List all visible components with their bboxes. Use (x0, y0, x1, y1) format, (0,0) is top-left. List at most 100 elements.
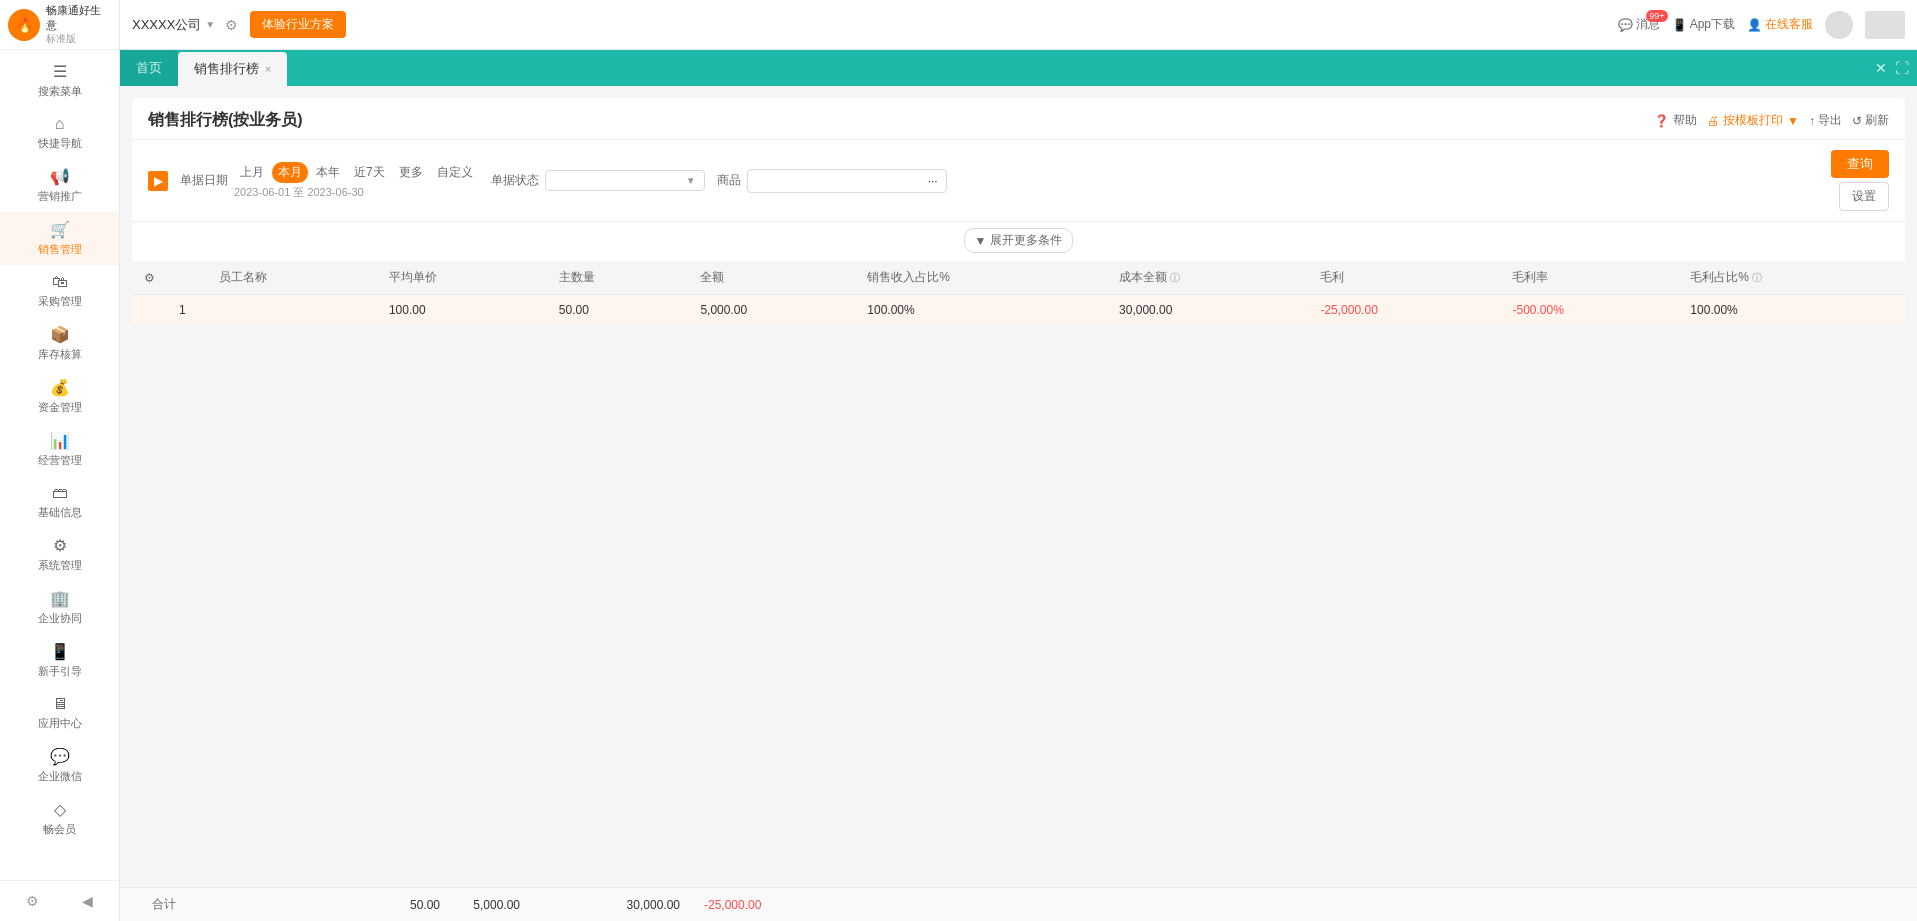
sidebar-item-label: 库存核算 (38, 347, 82, 362)
th-rank (167, 261, 207, 295)
sidebar-item-label: 企业协同 (38, 611, 82, 626)
sidebar-item-inventory[interactable]: 📦 库存核算 (0, 317, 119, 370)
date-tab-prev-month[interactable]: 上月 (234, 162, 270, 183)
app-icon: 📱 (1672, 18, 1687, 32)
date-tab-7days[interactable]: 近7天 (348, 162, 391, 183)
topbar: XXXXX公司 ▼ ⚙ 体验行业方案 💬 消息 99+ 📱 App下载 👤 在线… (120, 0, 1917, 50)
sidebar-item-system[interactable]: ⚙ 系统管理 (0, 528, 119, 581)
goods-filter-group: 商品 ··· (717, 169, 947, 193)
goods-select[interactable]: ··· (747, 169, 947, 193)
sidebar-item-marketing[interactable]: 📢 营销推广 (0, 159, 119, 212)
purchase-icon: 🛍 (52, 273, 68, 291)
sidebar-item-enterprise[interactable]: 🏢 企业协同 (0, 581, 119, 634)
tabbar-right: ✕ ⛶ (1875, 60, 1917, 76)
sidebar: 🔥 畅康通好生意 标准版 ☰ 搜索菜单 ⌂ 快捷导航 📢 营销推广 🛒 销售管理 (0, 0, 120, 921)
sidebar-item-label: 营销推广 (38, 189, 82, 204)
query-button[interactable]: 查询 (1831, 150, 1889, 178)
sidebar-item-sales[interactable]: 🛒 销售管理 (0, 212, 119, 265)
service-label: 在线客服 (1765, 16, 1813, 33)
footer-total: 5,000.00 (452, 898, 532, 912)
tab-sales-ranking[interactable]: 销售排行榜 × (178, 52, 287, 86)
sidebar-item-search[interactable]: ☰ 搜索菜单 (0, 54, 119, 107)
app-download-button[interactable]: 📱 App下载 (1672, 16, 1735, 33)
sidebar-item-label: 基础信息 (38, 505, 82, 520)
template-print-button[interactable]: 🖨 按模板打印 ▼ (1707, 112, 1799, 129)
sidebar-item-label: 资金管理 (38, 400, 82, 415)
table-header-row: ⚙ 员工名称 平均单价 主数量 全额 销售收入占比% 成本全额 ⓘ 毛利 毛利率 (132, 261, 1905, 295)
table-body: 1 100.00 50.00 5,000.00 100.00% 30,000.0… (132, 295, 1905, 326)
template-print-label: 按模板打印 (1723, 112, 1783, 129)
tab-close-icon[interactable]: × (265, 63, 271, 75)
table-footer: 合计 50.00 5,000.00 30,000.00 -25,000.00 (120, 887, 1917, 921)
date-tab-current-month[interactable]: 本月 (272, 162, 308, 183)
sidebar-item-base-info[interactable]: 🗃 基础信息 (0, 476, 119, 528)
th-gross: 毛利 (1308, 261, 1500, 295)
row-main-qty: 50.00 (547, 295, 689, 326)
row-gross: -25,000.00 (1308, 295, 1500, 326)
help-icon: ❓ (1654, 114, 1669, 128)
sidebar-item-member[interactable]: ◇ 畅会员 (0, 792, 119, 845)
print-dropdown-arrow: ▼ (1787, 114, 1799, 128)
goods-filter-label: 商品 (717, 172, 741, 189)
sidebar-bottom: ⚙ ◀ (0, 880, 119, 921)
export-button[interactable]: ↑ 导出 (1809, 112, 1842, 129)
sales-icon: 🛒 (50, 220, 70, 239)
tab-home[interactable]: 首页 (120, 50, 178, 86)
member-icon: ◇ (54, 800, 66, 819)
user-avatar[interactable] (1825, 11, 1853, 39)
sidebar-item-guide[interactable]: 📱 新手引导 (0, 634, 119, 687)
search-menu-icon: ☰ (53, 62, 67, 81)
filter-expand-btn[interactable]: ▶ (148, 171, 168, 191)
th-settings[interactable]: ⚙ (132, 261, 167, 295)
sidebar-item-operation[interactable]: 📊 经营管理 (0, 423, 119, 476)
sidebar-item-wechat[interactable]: 💬 企业微信 (0, 739, 119, 792)
company-selector[interactable]: XXXXX公司 ▼ (132, 16, 215, 34)
tab-close-window-icon[interactable]: ✕ (1875, 60, 1887, 76)
topbar-right: 💬 消息 99+ 📱 App下载 👤 在线客服 (1618, 11, 1905, 39)
guide-icon: 📱 (50, 642, 70, 661)
sidebar-collapse-btn[interactable]: ◀ (78, 889, 97, 913)
date-tab-more[interactable]: 更多 (393, 162, 429, 183)
status-select[interactable]: ▼ (545, 170, 705, 191)
table-header: ⚙ 员工名称 平均单价 主数量 全额 销售收入占比% 成本全额 ⓘ 毛利 毛利率 (132, 261, 1905, 295)
th-cost-total: 成本全额 ⓘ (1107, 261, 1308, 295)
footer-total-label: 合计 (132, 896, 292, 913)
date-tab-custom[interactable]: 自定义 (431, 162, 479, 183)
date-tab-year[interactable]: 本年 (310, 162, 346, 183)
help-button[interactable]: ❓ 帮助 (1654, 112, 1697, 129)
trial-industry-button[interactable]: 体验行业方案 (250, 11, 346, 38)
refresh-icon: ↺ (1852, 114, 1862, 128)
status-dropdown-arrow: ▼ (686, 175, 696, 186)
expand-more-button[interactable]: ▼ 展开更多条件 (964, 228, 1074, 253)
message-icon: 💬 (1618, 18, 1633, 32)
th-total: 全额 (688, 261, 855, 295)
app-center-icon: 🖥 (52, 695, 68, 713)
topbar-gear-icon[interactable]: ⚙ (225, 17, 238, 33)
row-gross-pct: 100.00% (1678, 295, 1905, 326)
row-sales-pct: 100.00% (855, 295, 1107, 326)
refresh-button[interactable]: ↺ 刷新 (1852, 112, 1889, 129)
sidebar-settings-btn[interactable]: ⚙ (22, 889, 43, 913)
online-service-button[interactable]: 👤 在线客服 (1747, 16, 1813, 33)
tab-maximize-icon[interactable]: ⛶ (1895, 60, 1909, 76)
main-card: 销售排行榜(按业务员) ❓ 帮助 🖨 按模板打印 ▼ ↑ (132, 98, 1905, 326)
inventory-icon: 📦 (50, 325, 70, 344)
row-avg-price: 100.00 (377, 295, 547, 326)
base-info-icon: 🗃 (52, 484, 68, 502)
setting-button[interactable]: 设置 (1839, 182, 1889, 211)
sidebar-item-finance[interactable]: 💰 资金管理 (0, 370, 119, 423)
th-gross-pct: 毛利占比% ⓘ (1678, 261, 1905, 295)
sidebar-item-quick-nav[interactable]: ⌂ 快捷导航 (0, 107, 119, 159)
footer-main-qty: 50.00 (372, 898, 452, 912)
status-filter-group: 单据状态 ▼ (491, 170, 705, 191)
footer-gross: -25,000.00 (692, 898, 773, 912)
message-button[interactable]: 💬 消息 99+ (1618, 16, 1660, 33)
sidebar-item-app-center[interactable]: 🖥 应用中心 (0, 687, 119, 739)
row-rank: 1 (167, 295, 207, 326)
table-wrapper: ⚙ 员工名称 平均单价 主数量 全额 销售收入占比% 成本全额 ⓘ 毛利 毛利率 (132, 261, 1905, 326)
sidebar-item-purchase[interactable]: 🛍 采购管理 (0, 265, 119, 317)
row-settings (132, 295, 167, 326)
main-content: XXXXX公司 ▼ ⚙ 体验行业方案 💬 消息 99+ 📱 App下载 👤 在线… (120, 0, 1917, 921)
sidebar-logo: 🔥 畅康通好生意 标准版 (0, 0, 119, 50)
status-filter-label: 单据状态 (491, 172, 539, 189)
